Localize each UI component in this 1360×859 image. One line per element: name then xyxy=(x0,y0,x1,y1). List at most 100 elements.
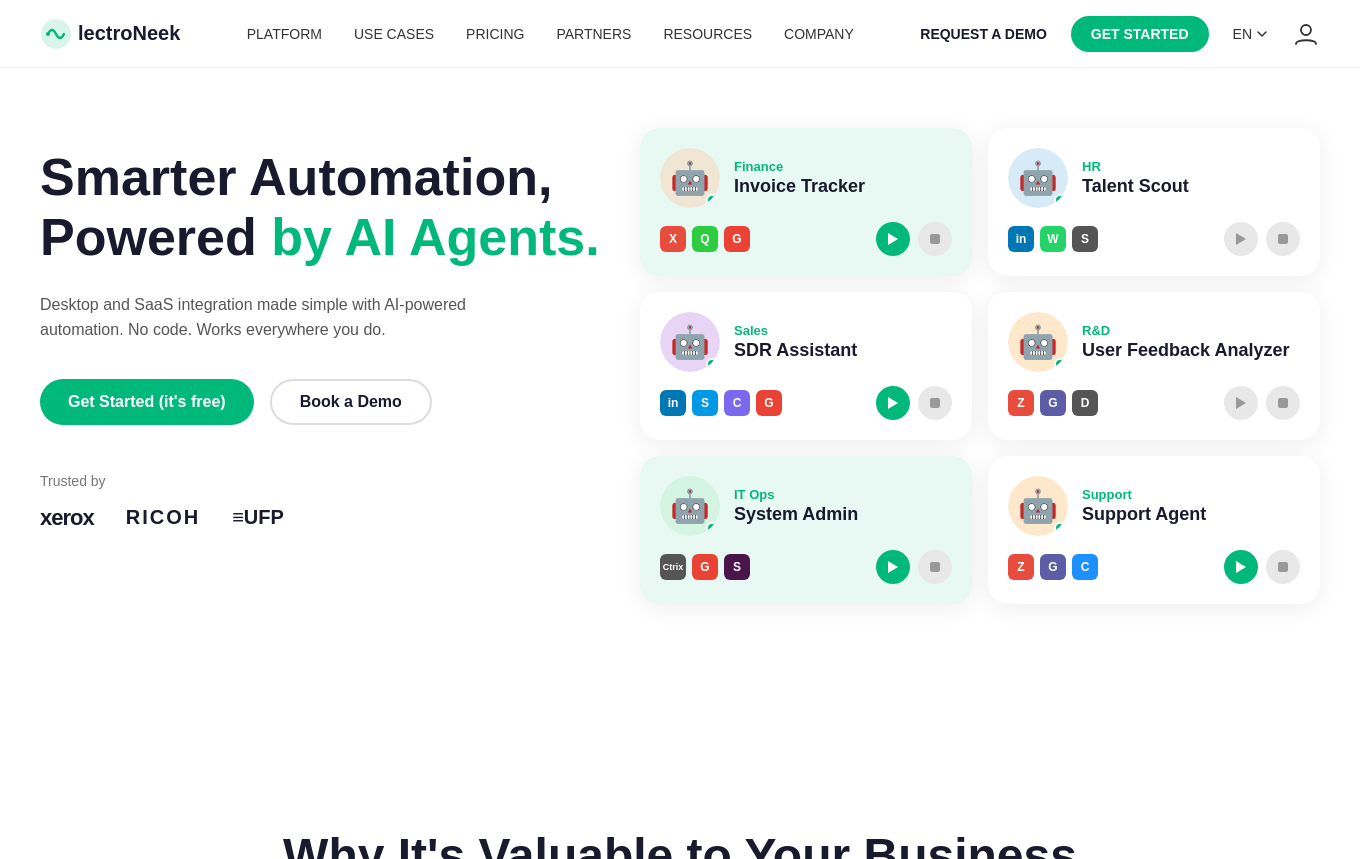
agent-icons-itops: Ctrix G S xyxy=(660,554,750,580)
book-demo-button[interactable]: Book a Demo xyxy=(270,379,432,425)
stop-button-sales[interactable] xyxy=(918,386,952,420)
agent-avatar-sales: 🤖 xyxy=(660,312,720,372)
agent-info-hr: HR Talent Scout xyxy=(1082,159,1189,197)
agent-name-itops: System Admin xyxy=(734,504,858,525)
svg-point-1 xyxy=(46,32,50,36)
agent-name-rnd: User Feedback Analyzer xyxy=(1082,340,1289,361)
app-icon-crm: C xyxy=(724,390,750,416)
app-icon-whatsapp: W xyxy=(1040,226,1066,252)
avatar-dot-hr xyxy=(1054,194,1066,206)
avatar-dot-rnd xyxy=(1054,358,1066,370)
agent-icons-support: Z G C xyxy=(1008,554,1098,580)
play-button-itops[interactable] xyxy=(876,550,910,584)
xerox-logo: xerox xyxy=(40,505,94,531)
hero-left: Smarter Automation, Powered by AI Agents… xyxy=(40,128,600,531)
agent-avatar-finance: 🤖 xyxy=(660,148,720,208)
agent-name-sales: SDR Assistant xyxy=(734,340,857,361)
agent-avatar-support: 🤖 xyxy=(1008,476,1068,536)
app-icon-github: G xyxy=(1040,390,1066,416)
agent-info-finance: Finance Invoice Tracker xyxy=(734,159,865,197)
agent-controls-support xyxy=(1224,550,1300,584)
stop-button-itops[interactable] xyxy=(918,550,952,584)
agent-icons-hr: in W S xyxy=(1008,226,1098,252)
nav-pricing[interactable]: PRICING xyxy=(466,26,524,42)
agent-info-itops: IT Ops System Admin xyxy=(734,487,858,525)
app-icon-gmail: G xyxy=(724,226,750,252)
agent-header-rnd: 🤖 R&D User Feedback Analyzer xyxy=(1008,312,1300,372)
nav-use-cases[interactable]: USE CASES xyxy=(354,26,434,42)
agent-info-sales: Sales SDR Assistant xyxy=(734,323,857,361)
play-button-rnd[interactable] xyxy=(1224,386,1258,420)
stop-button-rnd[interactable] xyxy=(1266,386,1300,420)
avatar-dot-finance xyxy=(706,194,718,206)
agent-category-hr: HR xyxy=(1082,159,1189,174)
stop-icon-support xyxy=(1278,562,1288,572)
agent-controls-finance xyxy=(876,222,952,256)
agent-card-rnd: 🤖 R&D User Feedback Analyzer Z G D xyxy=(988,292,1320,440)
play-icon-support xyxy=(1235,560,1247,574)
play-icon-sales xyxy=(887,396,899,410)
agent-name-finance: Invoice Tracker xyxy=(734,176,865,197)
agent-card-support: 🤖 Support Support Agent Z G C xyxy=(988,456,1320,604)
ufp-logo: ≡UFP xyxy=(232,506,284,529)
agent-footer-finance: X Q G xyxy=(660,222,952,256)
hero-title: Smarter Automation, Powered by AI Agents… xyxy=(40,148,600,268)
app-icon-zapier: Z xyxy=(1008,390,1034,416)
agent-footer-sales: in S C G xyxy=(660,386,952,420)
app-icon-slack-hr: S xyxy=(1072,226,1098,252)
hero-section: Smarter Automation, Powered by AI Agents… xyxy=(0,68,1360,748)
logo-text: lectroNeek xyxy=(78,22,180,45)
user-icon[interactable] xyxy=(1292,20,1320,48)
agent-info-support: Support Support Agent xyxy=(1082,487,1206,525)
agent-category-rnd: R&D xyxy=(1082,323,1289,338)
app-icon-quickbooks: Q xyxy=(692,226,718,252)
agent-footer-hr: in W S xyxy=(1008,222,1300,256)
agent-controls-hr xyxy=(1224,222,1300,256)
chevron-down-icon xyxy=(1256,28,1268,40)
svg-point-2 xyxy=(1301,25,1311,35)
agent-icons-sales: in S C G xyxy=(660,390,782,416)
agent-info-rnd: R&D User Feedback Analyzer xyxy=(1082,323,1289,361)
stop-button-finance[interactable] xyxy=(918,222,952,256)
hero-buttons: Get Started (it's free) Book a Demo xyxy=(40,379,600,425)
agent-controls-sales xyxy=(876,386,952,420)
nav-platform[interactable]: PLATFORM xyxy=(247,26,322,42)
app-icon-slack-itops: S xyxy=(724,554,750,580)
stop-button-support[interactable] xyxy=(1266,550,1300,584)
get-started-nav-button[interactable]: GET STARTED xyxy=(1071,16,1209,52)
agent-header-sales: 🤖 Sales SDR Assistant xyxy=(660,312,952,372)
stop-icon-rnd xyxy=(1278,398,1288,408)
nav-partners[interactable]: PARTNERS xyxy=(556,26,631,42)
agent-header-support: 🤖 Support Support Agent xyxy=(1008,476,1300,536)
agent-controls-rnd xyxy=(1224,386,1300,420)
stop-icon-sales xyxy=(930,398,940,408)
bottom-title: Why It's Valuable to Your Business xyxy=(40,828,1320,859)
stop-icon-hr xyxy=(1278,234,1288,244)
play-button-support[interactable] xyxy=(1224,550,1258,584)
nav-resources[interactable]: RESOURCES xyxy=(663,26,752,42)
app-icon-doc: D xyxy=(1072,390,1098,416)
play-button-hr[interactable] xyxy=(1224,222,1258,256)
get-started-button[interactable]: Get Started (it's free) xyxy=(40,379,254,425)
agent-category-sales: Sales xyxy=(734,323,857,338)
app-icon-gmail-sales: G xyxy=(756,390,782,416)
play-icon-hr xyxy=(1235,232,1247,246)
app-icon-linkedin: in xyxy=(1008,226,1034,252)
play-button-sales[interactable] xyxy=(876,386,910,420)
hero-right: 🤖 Finance Invoice Tracker X Q G xyxy=(600,128,1320,604)
stop-button-hr[interactable] xyxy=(1266,222,1300,256)
agent-header-finance: 🤖 Finance Invoice Tracker xyxy=(660,148,952,208)
app-icon-github-support: G xyxy=(1040,554,1066,580)
agent-card-hr: 🤖 HR Talent Scout in W S xyxy=(988,128,1320,276)
agent-footer-support: Z G C xyxy=(1008,550,1300,584)
play-button-finance[interactable] xyxy=(876,222,910,256)
nav-company[interactable]: COMPANY xyxy=(784,26,854,42)
app-icon-linkedin-sales: in xyxy=(660,390,686,416)
hero-description: Desktop and SaaS integration made simple… xyxy=(40,292,520,343)
stop-icon xyxy=(930,234,940,244)
nav-links: PLATFORM USE CASES PRICING PARTNERS RESO… xyxy=(247,26,854,42)
language-selector[interactable]: EN xyxy=(1233,26,1268,42)
agent-avatar-hr: 🤖 xyxy=(1008,148,1068,208)
request-demo-button[interactable]: REQUEST A DEMO xyxy=(920,26,1047,42)
logo[interactable]: lectroNeek xyxy=(40,18,180,50)
